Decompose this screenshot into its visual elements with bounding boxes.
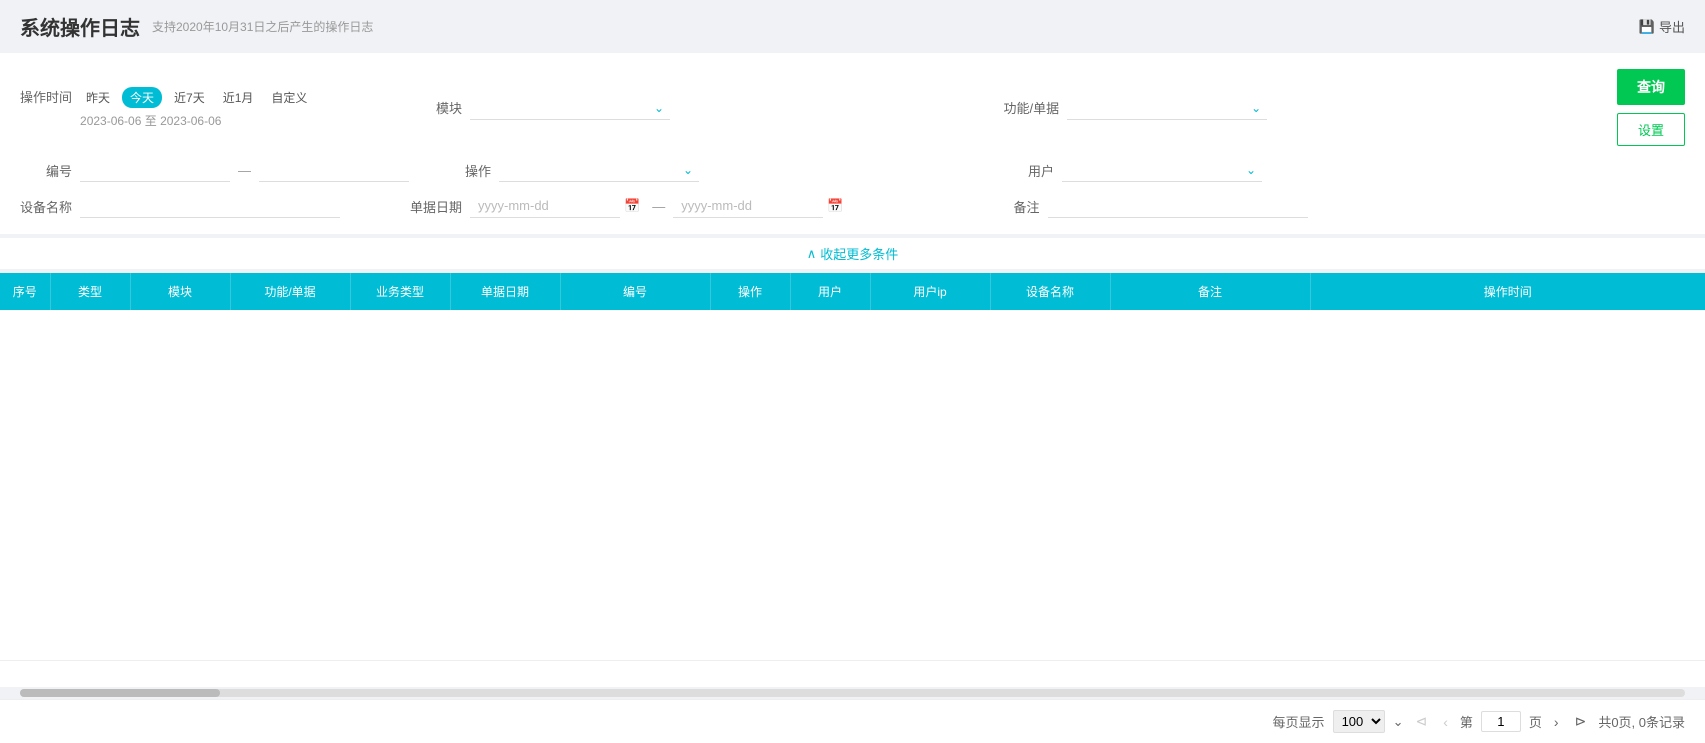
col-device: 设备名称 (990, 273, 1110, 310)
calendar-icon-end[interactable]: 📅 (827, 198, 843, 214)
col-function: 功能/单据 (230, 273, 350, 310)
action-buttons: 查询 设置 (1617, 69, 1685, 146)
next-page-button[interactable]: › (1550, 712, 1563, 732)
operation-section: 操作 ⌄ (439, 158, 1002, 182)
calendar-icon-start[interactable]: 📅 (624, 198, 640, 214)
filter-row-2: 编号 — 操作 ⌄ 用户 (20, 158, 1685, 182)
scrollbar-track (20, 689, 1685, 697)
date-btn-custom[interactable]: 自定义 (265, 87, 313, 108)
table-header-row: 序号 类型 模块 功能/单据 业务类型 单据日期 编号 操作 用户 用户ip 设… (0, 273, 1705, 310)
pagination-bar: 每页显示 100 10 20 50 ⌄ ⊲ ‹ 第 页 › ⊳ 共0页, 0条记… (0, 699, 1705, 743)
page-size-label: 每页显示 (1273, 712, 1325, 731)
date-filter-group: 昨天 今天 近7天 近1月 自定义 2023-06-06 至 2023-06-0… (80, 87, 313, 129)
settings-button[interactable]: 设置 (1617, 113, 1685, 146)
page-size-chevron-icon: ⌄ (1393, 714, 1404, 730)
last-page-button[interactable]: ⊳ (1571, 711, 1591, 732)
col-type: 类型 (50, 273, 130, 310)
filter-row-3: 设备名称 单据日期 📅 — 📅 备注 (20, 194, 1685, 218)
operation-time-label: 操作时间 (20, 87, 80, 106)
number-input-end[interactable] (259, 158, 409, 182)
date-btn-today[interactable]: 今天 (122, 87, 162, 108)
doc-date-dash: — (652, 199, 665, 214)
query-button[interactable]: 查询 (1617, 69, 1685, 105)
collapse-row: ∧ 收起更多条件 (0, 238, 1705, 269)
user-label: 用户 (1002, 161, 1062, 180)
operation-select[interactable] (499, 158, 699, 182)
user-section: 用户 ⌄ (1002, 158, 1565, 182)
col-op-time: 操作时间 (1310, 273, 1705, 310)
scrollbar-area[interactable] (0, 687, 1705, 699)
col-user: 用户 (790, 273, 870, 310)
remark-input[interactable] (1048, 194, 1308, 218)
export-icon: 💾 (1639, 19, 1655, 35)
col-user-ip: 用户ip (870, 273, 990, 310)
filter-row-1: 操作时间 昨天 今天 近7天 近1月 自定义 2023-06-06 至 2023… (20, 69, 1685, 146)
function-label: 功能/单据 (1004, 98, 1068, 117)
page-number-input[interactable] (1481, 711, 1521, 732)
function-select-wrapper: ⌄ (1067, 96, 1267, 120)
doc-date-label: 单据日期 (410, 197, 470, 216)
number-input-start[interactable] (80, 158, 230, 182)
doc-date-start[interactable] (470, 194, 620, 218)
doc-date-end[interactable] (673, 194, 823, 218)
page-subtitle: 支持2020年10月31日之后产生的操作日志 (152, 18, 373, 35)
device-input[interactable] (80, 194, 340, 218)
device-label: 设备名称 (20, 197, 80, 216)
page-title: 系统操作日志 (20, 12, 140, 41)
number-section: 编号 — (20, 158, 409, 182)
number-dash: — (238, 163, 251, 178)
operation-select-wrapper: ⌄ (499, 158, 699, 182)
module-select[interactable] (470, 96, 670, 120)
doc-date-section: 单据日期 📅 — 📅 (410, 194, 988, 218)
col-biz-type: 业务类型 (350, 273, 450, 310)
function-section: 功能/单据 ⌄ (1004, 96, 1598, 120)
user-select[interactable] (1062, 158, 1262, 182)
module-section: 模块 ⌄ (410, 96, 1004, 120)
col-doc-date: 单据日期 (450, 273, 560, 310)
data-table: 序号 类型 模块 功能/单据 业务类型 单据日期 编号 操作 用户 用户ip 设… (0, 273, 1705, 661)
collapse-button[interactable]: ∧ 收起更多条件 (807, 244, 899, 263)
total-text: 共0页, 0条记录 (1598, 712, 1685, 731)
col-remark: 备注 (1110, 273, 1310, 310)
empty-cell (0, 310, 1705, 660)
number-label: 编号 (20, 161, 80, 180)
table-header: 序号 类型 模块 功能/单据 业务类型 单据日期 编号 操作 用户 用户ip 设… (0, 273, 1705, 310)
page-unit: 页 (1529, 712, 1542, 731)
page-container: 系统操作日志 支持2020年10月31日之后产生的操作日志 💾 导出 操作时间 … (0, 0, 1705, 743)
empty-row (0, 310, 1705, 660)
module-label: 模块 (410, 98, 470, 117)
function-select[interactable] (1067, 96, 1267, 120)
date-buttons: 昨天 今天 近7天 近1月 自定义 (80, 87, 313, 108)
page-size-select[interactable]: 100 10 20 50 (1333, 710, 1385, 733)
col-number: 编号 (560, 273, 710, 310)
device-section: 设备名称 (20, 194, 380, 218)
remark-label: 备注 (988, 197, 1048, 216)
first-page-button[interactable]: ⊲ (1411, 711, 1431, 732)
user-select-wrapper: ⌄ (1062, 158, 1262, 182)
operation-label: 操作 (439, 161, 499, 180)
filter-area: 操作时间 昨天 今天 近7天 近1月 自定义 2023-06-06 至 2023… (0, 53, 1705, 234)
remark-section: 备注 (988, 194, 1566, 218)
date-btn-7days[interactable]: 近7天 (168, 87, 211, 108)
module-select-wrapper: ⌄ (470, 96, 670, 120)
page-header: 系统操作日志 支持2020年10月31日之后产生的操作日志 💾 导出 (0, 0, 1705, 53)
scrollbar-thumb[interactable] (20, 689, 220, 697)
operation-time-section: 操作时间 昨天 今天 近7天 近1月 自定义 2023-06-06 至 2023… (20, 87, 380, 129)
export-button[interactable]: 💾 导出 (1639, 17, 1685, 36)
table-container: 序号 类型 模块 功能/单据 业务类型 单据日期 编号 操作 用户 用户ip 设… (0, 273, 1705, 687)
date-range-text: 2023-06-06 至 2023-06-06 (80, 112, 313, 129)
date-btn-1month[interactable]: 近1月 (217, 87, 260, 108)
table-body (0, 310, 1705, 660)
page-title-area: 系统操作日志 支持2020年10月31日之后产生的操作日志 (20, 12, 373, 41)
collapse-icon: ∧ (807, 246, 817, 262)
col-operation: 操作 (710, 273, 790, 310)
btn-group: 查询 设置 (1617, 69, 1685, 146)
col-seq: 序号 (0, 273, 50, 310)
col-module: 模块 (130, 273, 230, 310)
page-label: 第 (1460, 712, 1473, 731)
date-btn-yesterday[interactable]: 昨天 (80, 87, 116, 108)
collapse-label: 收起更多条件 (820, 244, 898, 263)
prev-page-button[interactable]: ‹ (1439, 712, 1452, 732)
